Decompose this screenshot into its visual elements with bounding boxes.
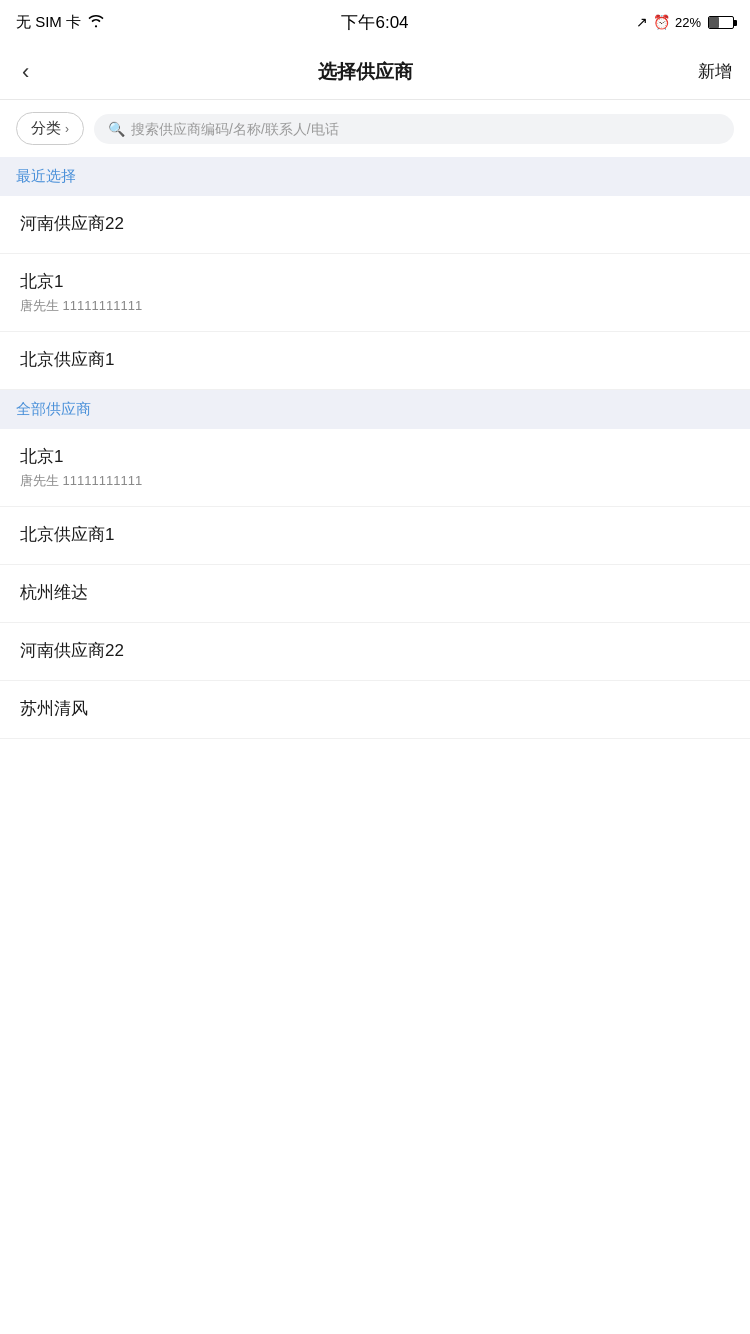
status-time: 下午6:04 bbox=[341, 11, 408, 34]
search-box: 🔍 bbox=[94, 114, 734, 144]
recent-section-header: 最近选择 bbox=[0, 157, 750, 196]
list-item[interactable]: 杭州维达 bbox=[0, 565, 750, 623]
chevron-icon: › bbox=[65, 122, 69, 136]
item-sub: 唐先生 11111111111 bbox=[20, 472, 730, 490]
search-icon: 🔍 bbox=[108, 121, 125, 137]
list-item[interactable]: 苏州清风 bbox=[0, 681, 750, 739]
page-title: 选择供应商 bbox=[318, 59, 413, 85]
list-item[interactable]: 北京1 唐先生 11111111111 bbox=[0, 429, 750, 507]
list-item[interactable]: 北京供应商1 bbox=[0, 507, 750, 565]
list-item[interactable]: 北京供应商1 bbox=[0, 332, 750, 390]
recent-section-label: 最近选择 bbox=[16, 167, 76, 184]
search-input[interactable] bbox=[131, 121, 720, 137]
list-item[interactable]: 北京1 唐先生 11111111111 bbox=[0, 254, 750, 332]
wifi-icon bbox=[87, 14, 105, 31]
category-button[interactable]: 分类 › bbox=[16, 112, 84, 145]
item-name: 北京供应商1 bbox=[20, 523, 730, 546]
item-sub: 唐先生 11111111111 bbox=[20, 297, 730, 315]
add-button[interactable]: 新增 bbox=[698, 60, 732, 83]
item-name: 北京1 bbox=[20, 445, 730, 468]
nav-bar: ‹ 选择供应商 新增 bbox=[0, 44, 750, 100]
status-bar: 无 SIM 卡 下午6:04 ↗ ⏰ 22% bbox=[0, 0, 750, 44]
item-name: 北京供应商1 bbox=[20, 348, 730, 371]
filter-bar: 分类 › 🔍 bbox=[0, 100, 750, 157]
list-item[interactable]: 河南供应商22 bbox=[0, 196, 750, 254]
alarm-icon: ⏰ bbox=[653, 14, 670, 30]
back-button[interactable]: ‹ bbox=[18, 55, 33, 89]
all-section-label: 全部供应商 bbox=[16, 400, 91, 417]
battery-label: 22% bbox=[675, 15, 701, 30]
all-list: 北京1 唐先生 11111111111 北京供应商1 杭州维达河南供应商22 苏州清风 bbox=[0, 429, 750, 739]
item-name: 河南供应商22 bbox=[20, 212, 730, 235]
item-name: 河南供应商22 bbox=[20, 639, 730, 662]
item-name: 北京1 bbox=[20, 270, 730, 293]
recent-list: 河南供应商22 北京1 唐先生 11111111111 北京供应商1 bbox=[0, 196, 750, 390]
all-section-header: 全部供应商 bbox=[0, 390, 750, 429]
list-item[interactable]: 河南供应商22 bbox=[0, 623, 750, 681]
status-right: ↗ ⏰ 22% bbox=[636, 14, 734, 30]
battery-icon bbox=[708, 16, 734, 29]
sim-label: 无 SIM 卡 bbox=[16, 13, 81, 32]
category-label: 分类 bbox=[31, 119, 61, 138]
item-name: 杭州维达 bbox=[20, 581, 730, 604]
status-left: 无 SIM 卡 bbox=[16, 13, 105, 32]
location-icon: ↗ bbox=[636, 14, 648, 30]
item-name: 苏州清风 bbox=[20, 697, 730, 720]
